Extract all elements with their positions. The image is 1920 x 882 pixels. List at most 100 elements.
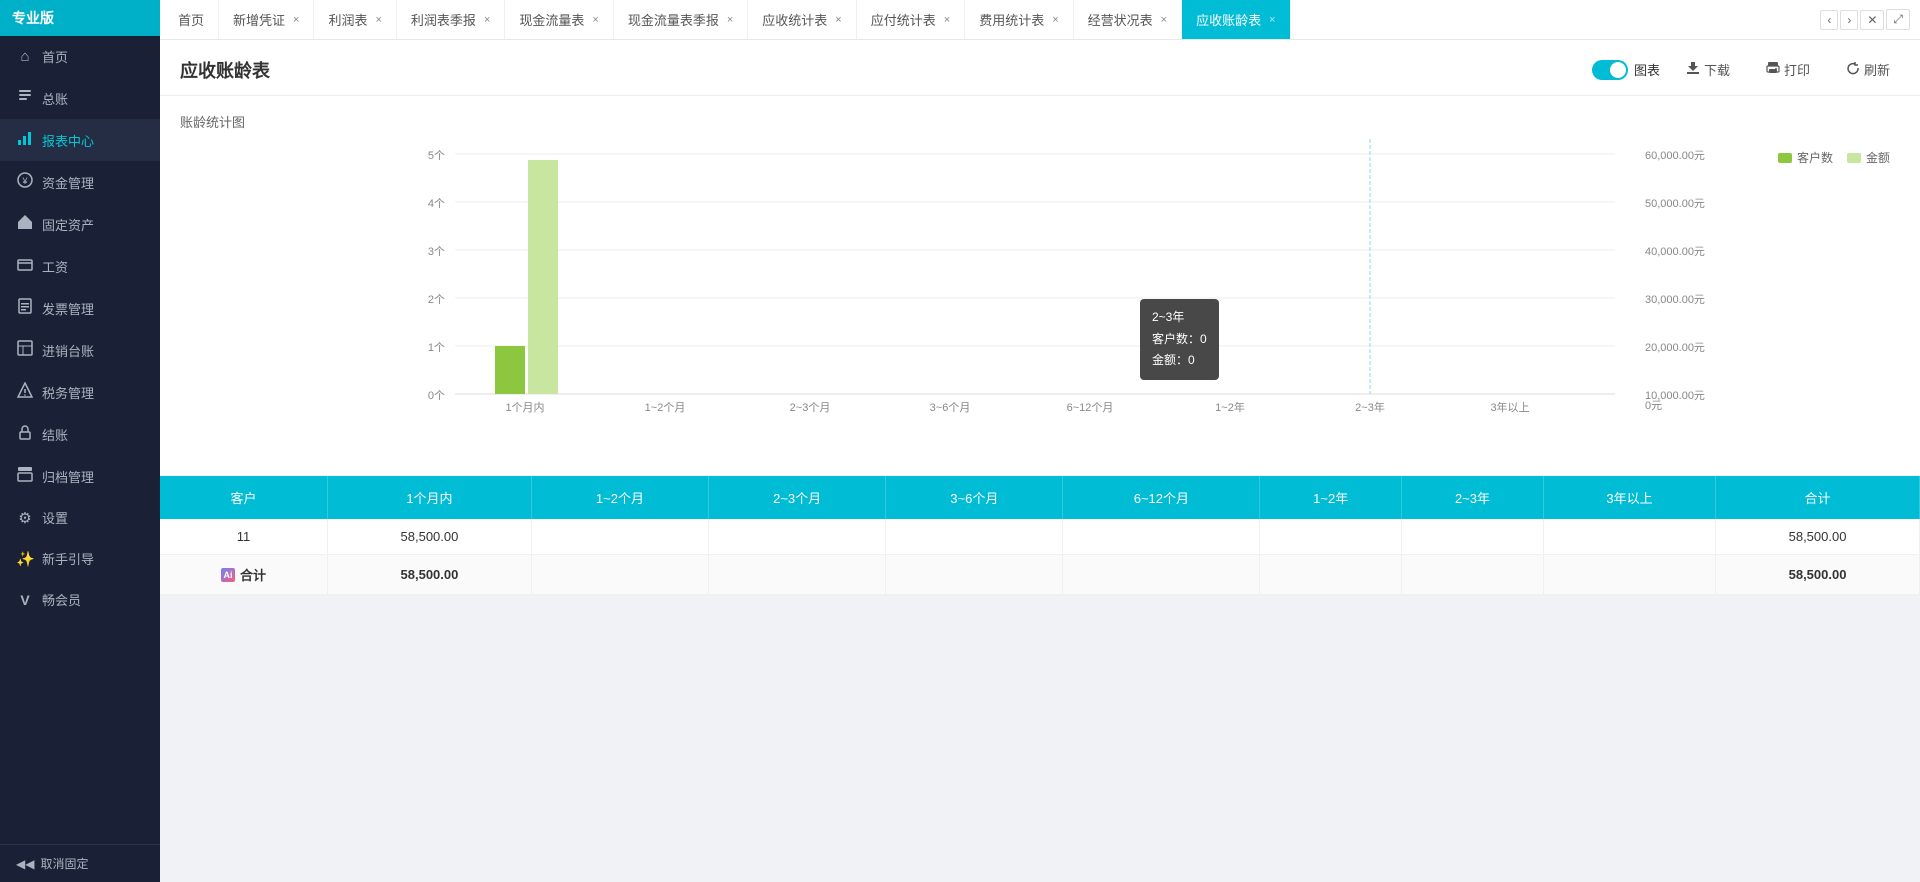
sidebar-item-home[interactable]: ⌂ 首页 [0,36,160,77]
fund-icon: ¥ [16,172,34,192]
svg-text:3年以上: 3年以上 [1490,400,1529,414]
app-logo: 专业版 [0,0,160,36]
col-header-total: 合计 [1716,476,1920,519]
tab-close-icon[interactable]: × [727,14,733,26]
refresh-icon [1846,61,1860,78]
table-total-row: Ai 合计 58,500.00 58,500.00 [160,555,1920,595]
sidebar-item-stock[interactable]: 进销台账 [0,329,160,371]
close-accounts-icon [16,424,34,444]
bar-amount-0 [528,160,558,394]
svg-text:2~3年: 2~3年 [1355,400,1385,414]
sidebar-item-fund[interactable]: ¥ 资金管理 [0,161,160,203]
svg-text:20,000.00元: 20,000.00元 [1645,342,1705,354]
print-btn[interactable]: 打印 [1756,56,1820,83]
sidebar-item-label: 首页 [42,47,68,66]
table-row: 11 58,500.00 58,500.00 [160,519,1920,555]
sidebar-item-label: 税务管理 [42,383,94,402]
tab-expense-stats[interactable]: 费用统计表 × [965,0,1073,39]
sidebar-item-label: 新手引导 [42,549,94,568]
sidebar-item-invoice[interactable]: 发票管理 [0,287,160,329]
archive-icon [16,466,34,486]
tab-close-icon[interactable]: × [1161,14,1167,26]
tab-home[interactable]: 首页 [164,0,219,39]
sidebar-item-tax[interactable]: 税务管理 [0,371,160,413]
sidebar-item-ledger[interactable]: 总账 [0,77,160,119]
total-cell-m612 [1063,555,1260,595]
sidebar-item-label: 设置 [42,508,68,527]
sidebar-item-archive[interactable]: 归档管理 [0,455,160,497]
tab-label: 利润表季报 [411,10,476,29]
total-cell-m1: 58,500.00 [328,555,532,595]
vip-icon: V [16,592,34,608]
svg-text:0元: 0元 [1645,400,1662,412]
col-header-m12: 1~2个月 [531,476,708,519]
tab-navigation: ‹ › ✕ ⤢ [1814,9,1916,30]
tab-close-icon[interactable]: × [1052,14,1058,26]
tab-next-btn[interactable]: › [1840,10,1858,30]
tab-close-icon[interactable]: × [375,14,381,26]
col-header-m1: 1个月内 [328,476,532,519]
bar-customer-0 [495,346,525,394]
total-cell-m23 [709,555,886,595]
download-btn[interactable]: 下载 [1676,56,1740,83]
sidebar-item-settings[interactable]: ⚙ 设置 [0,497,160,538]
total-cell-label: Ai 合计 [160,555,328,595]
tab-close-icon[interactable]: × [592,14,598,26]
tab-close-icon[interactable]: × [484,14,490,26]
cell-m12 [531,519,708,555]
tab-label: 新增凭证 [233,10,285,29]
refresh-label: 刷新 [1864,60,1890,79]
sidebar-item-guide[interactable]: ✨ 新手引导 [0,538,160,579]
tab-close-icon[interactable]: × [1269,14,1275,26]
tab-profit[interactable]: 利润表 × [314,0,396,39]
sidebar-item-close-accounts[interactable]: 结账 [0,413,160,455]
tab-close-icon[interactable]: × [293,14,299,26]
tab-label: 应收统计表 [762,10,827,29]
cell-m612 [1063,519,1260,555]
tab-close-icon[interactable]: × [944,14,950,26]
download-icon [1686,61,1700,78]
settings-icon: ⚙ [16,509,34,527]
sidebar-collapse-btn[interactable]: ◀◀ 取消固定 [0,844,160,882]
refresh-btn[interactable]: 刷新 [1836,56,1900,83]
svg-text:5个: 5个 [428,149,445,162]
svg-text:3~6个月: 3~6个月 [930,401,971,414]
content-area: 应收账龄表 图表 下载 打印 [160,40,1920,882]
tab-prev-btn[interactable]: ‹ [1820,10,1838,30]
tab-receivable-aging[interactable]: 应收账龄表 × [1182,0,1290,39]
chart-svg: 5个 4个 3个 2个 1个 0个 60,000.00元 50,000.00元 … [180,139,1900,439]
tab-new-voucher[interactable]: 新增凭证 × [219,0,314,39]
col-header-y23: 2~3年 [1402,476,1544,519]
collapse-label: 取消固定 [40,855,88,872]
tab-expand-btn[interactable]: ⤢ [1886,9,1910,30]
legend-customer: 客户数 [1778,149,1833,166]
sidebar-item-label: 报表中心 [42,131,94,150]
tab-operations[interactable]: 经营状况表 × [1074,0,1182,39]
col-header-y3plus: 3年以上 [1543,476,1715,519]
chart-wrapper: 客户数 金额 5个 4个 3个 2个 1个 0个 60,00 [180,139,1900,459]
cell-y3plus [1543,519,1715,555]
tab-profit-quarterly[interactable]: 利润表季报 × [397,0,505,39]
legend-customer-color [1778,153,1792,163]
tab-payable-stats[interactable]: 应付统计表 × [857,0,965,39]
tab-bar: 首页 新增凭证 × 利润表 × 利润表季报 × 现金流量表 × 现金流量表季报 … [160,0,1920,40]
tab-cashflow-quarterly[interactable]: 现金流量表季报 × [614,0,748,39]
tab-receivable-stats[interactable]: 应收统计表 × [748,0,856,39]
sidebar-item-salary[interactable]: 工资 [0,245,160,287]
sidebar-item-label: 进销台账 [42,341,94,360]
total-cell-y3plus [1543,555,1715,595]
tab-cashflow[interactable]: 现金流量表 × [505,0,613,39]
sidebar-item-asset[interactable]: 固定资产 [0,203,160,245]
total-cell-total: 58,500.00 [1716,555,1920,595]
cell-m1: 58,500.00 [328,519,532,555]
sidebar-item-report[interactable]: 报表中心 [0,119,160,161]
tab-close-icon[interactable]: × [835,14,841,26]
chart-toggle[interactable] [1592,60,1628,80]
tab-close-all-btn[interactable]: ✕ [1860,10,1884,30]
sidebar-item-vip[interactable]: V 畅会员 [0,579,160,620]
svg-text:3个: 3个 [428,245,445,258]
tab-label: 现金流量表季报 [628,10,719,29]
chart-title: 账龄统计图 [180,112,1900,131]
cell-m36 [886,519,1063,555]
header-actions: 图表 下载 打印 刷新 [1592,56,1900,83]
